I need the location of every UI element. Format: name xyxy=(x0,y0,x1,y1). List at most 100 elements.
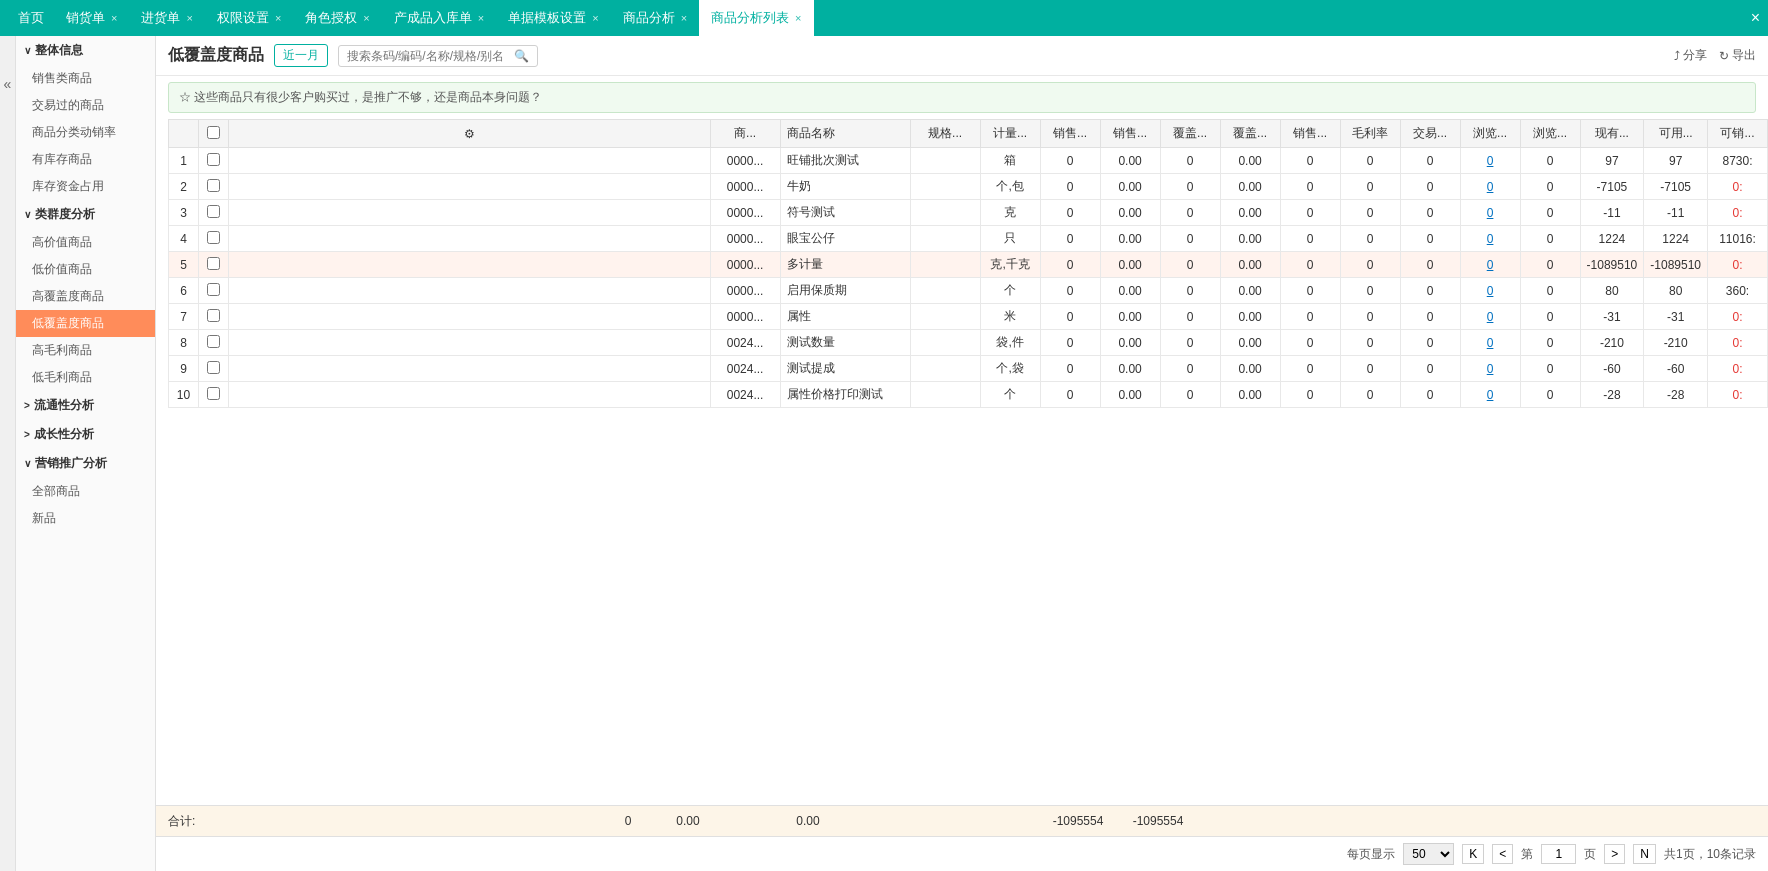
share-button[interactable]: ⤴ 分享 xyxy=(1674,47,1707,64)
row-checkbox[interactable] xyxy=(207,205,220,218)
cell-sales3: 0 xyxy=(1280,330,1340,356)
sidebar-toggle[interactable]: « xyxy=(0,36,16,871)
cell-browse1[interactable]: 0 xyxy=(1460,382,1520,408)
page-size-select[interactable]: 50 20 100 200 xyxy=(1403,843,1454,865)
sidebar-section-cluster[interactable]: ∨ 类群度分析 xyxy=(16,200,155,229)
cell-check[interactable] xyxy=(199,382,229,408)
sidebar-item-low-margin[interactable]: 低毛利商品 xyxy=(16,364,155,391)
browse-link[interactable]: 0 xyxy=(1487,206,1494,220)
sidebar-item-high-coverage[interactable]: 高覆盖度商品 xyxy=(16,283,155,310)
export-button[interactable]: ↻ 导出 xyxy=(1719,47,1756,64)
sidebar-item-low-value[interactable]: 低价值商品 xyxy=(16,256,155,283)
browse-link[interactable]: 0 xyxy=(1487,232,1494,246)
cell-browse1[interactable]: 0 xyxy=(1460,200,1520,226)
cell-unit: 只 xyxy=(980,226,1040,252)
nav-tab-template[interactable]: 单据模板设置 × xyxy=(496,0,610,36)
sidebar-item-category-rate[interactable]: 商品分类动销率 xyxy=(16,119,155,146)
row-checkbox[interactable] xyxy=(207,231,220,244)
cell-browse1[interactable]: 0 xyxy=(1460,278,1520,304)
close-analysis-list-icon[interactable]: × xyxy=(795,0,801,36)
nav-tab-analysis[interactable]: 商品分析 × xyxy=(611,0,699,36)
cell-check[interactable] xyxy=(199,304,229,330)
sidebar-item-all-goods[interactable]: 全部商品 xyxy=(16,478,155,505)
cell-browse1[interactable]: 0 xyxy=(1460,226,1520,252)
nav-tab-home[interactable]: 首页 xyxy=(8,0,54,36)
cell-sales3: 0 xyxy=(1280,226,1340,252)
browse-link[interactable]: 0 xyxy=(1487,258,1494,272)
cell-check[interactable] xyxy=(199,252,229,278)
browse-link[interactable]: 0 xyxy=(1487,362,1494,376)
sidebar-section-marketing[interactable]: ∨ 营销推广分析 xyxy=(16,449,155,478)
cell-check[interactable] xyxy=(199,148,229,174)
close-product-icon[interactable]: × xyxy=(478,0,484,36)
cell-check[interactable] xyxy=(199,278,229,304)
next-page-button[interactable]: > xyxy=(1604,844,1625,864)
nav-tab-permission[interactable]: 权限设置 × xyxy=(205,0,293,36)
filter-month-button[interactable]: 近一月 xyxy=(274,44,328,67)
first-page-button[interactable]: K xyxy=(1462,844,1484,864)
nav-tab-product[interactable]: 产成品入库单 × xyxy=(382,0,496,36)
row-checkbox[interactable] xyxy=(207,257,220,270)
browse-link[interactable]: 0 xyxy=(1487,284,1494,298)
cell-sales3: 0 xyxy=(1280,382,1340,408)
th-settings[interactable]: ⚙ xyxy=(229,120,711,148)
cell-check[interactable] xyxy=(199,174,229,200)
cell-spec xyxy=(910,226,980,252)
cell-browse1[interactable]: 0 xyxy=(1460,252,1520,278)
sidebar-item-instock-goods[interactable]: 有库存商品 xyxy=(16,146,155,173)
close-template-icon[interactable]: × xyxy=(592,0,598,36)
summary-spacer2 xyxy=(718,812,778,830)
row-checkbox[interactable] xyxy=(207,179,220,192)
browse-link[interactable]: 0 xyxy=(1487,154,1494,168)
row-checkbox[interactable] xyxy=(207,387,220,400)
cell-check[interactable] xyxy=(199,200,229,226)
cell-code: 0000... xyxy=(710,226,780,252)
cell-check[interactable] xyxy=(199,330,229,356)
prev-page-button[interactable]: < xyxy=(1492,844,1513,864)
sidebar-item-sales-goods[interactable]: 销售类商品 xyxy=(16,65,155,92)
th-check[interactable] xyxy=(199,120,229,148)
sidebar-item-high-margin[interactable]: 高毛利商品 xyxy=(16,337,155,364)
sidebar-item-high-value[interactable]: 高价值商品 xyxy=(16,229,155,256)
row-checkbox[interactable] xyxy=(207,309,220,322)
settings-icon[interactable]: ⚙ xyxy=(464,127,475,141)
cell-browse1[interactable]: 0 xyxy=(1460,330,1520,356)
close-analysis-icon[interactable]: × xyxy=(681,0,687,36)
table-row: 5 0000... 多计量 克,千克 0 0.00 0 0.00 0 0 0 0… xyxy=(169,252,1768,278)
row-checkbox[interactable] xyxy=(207,153,220,166)
nav-tab-analysis-list[interactable]: 商品分析列表 × xyxy=(699,0,813,36)
close-permission-icon[interactable]: × xyxy=(275,0,281,36)
cell-action xyxy=(229,200,711,226)
nav-tab-sales[interactable]: 销货单 × xyxy=(54,0,129,36)
cell-browse1[interactable]: 0 xyxy=(1460,148,1520,174)
browse-link[interactable]: 0 xyxy=(1487,388,1494,402)
close-role-icon[interactable]: × xyxy=(363,0,369,36)
window-close-button[interactable]: × xyxy=(1751,9,1760,27)
close-purchase-icon[interactable]: × xyxy=(186,0,192,36)
sidebar-item-traded-goods[interactable]: 交易过的商品 xyxy=(16,92,155,119)
select-all-checkbox[interactable] xyxy=(207,126,220,139)
sidebar-section-overall[interactable]: ∨ 整体信息 xyxy=(16,36,155,65)
cell-check[interactable] xyxy=(199,226,229,252)
nav-tab-role[interactable]: 角色授权 × xyxy=(293,0,381,36)
sidebar-section-growth[interactable]: > 成长性分析 xyxy=(16,420,155,449)
page-number-input[interactable] xyxy=(1541,844,1576,864)
search-input[interactable] xyxy=(347,49,510,63)
nav-tab-purchase[interactable]: 进货单 × xyxy=(129,0,204,36)
browse-link[interactable]: 0 xyxy=(1487,310,1494,324)
row-checkbox[interactable] xyxy=(207,361,220,374)
cell-browse1[interactable]: 0 xyxy=(1460,304,1520,330)
cell-check[interactable] xyxy=(199,356,229,382)
row-checkbox[interactable] xyxy=(207,283,220,296)
close-sales-icon[interactable]: × xyxy=(111,0,117,36)
cell-browse1[interactable]: 0 xyxy=(1460,356,1520,382)
browse-link[interactable]: 0 xyxy=(1487,336,1494,350)
last-page-button[interactable]: N xyxy=(1633,844,1656,864)
sidebar-item-inventory-fund[interactable]: 库存资金占用 xyxy=(16,173,155,200)
cell-browse1[interactable]: 0 xyxy=(1460,174,1520,200)
sidebar-item-low-coverage[interactable]: 低覆盖度商品 xyxy=(16,310,155,337)
sidebar-section-liquidity[interactable]: > 流通性分析 xyxy=(16,391,155,420)
row-checkbox[interactable] xyxy=(207,335,220,348)
browse-link[interactable]: 0 xyxy=(1487,180,1494,194)
sidebar-item-new-goods[interactable]: 新品 xyxy=(16,505,155,532)
